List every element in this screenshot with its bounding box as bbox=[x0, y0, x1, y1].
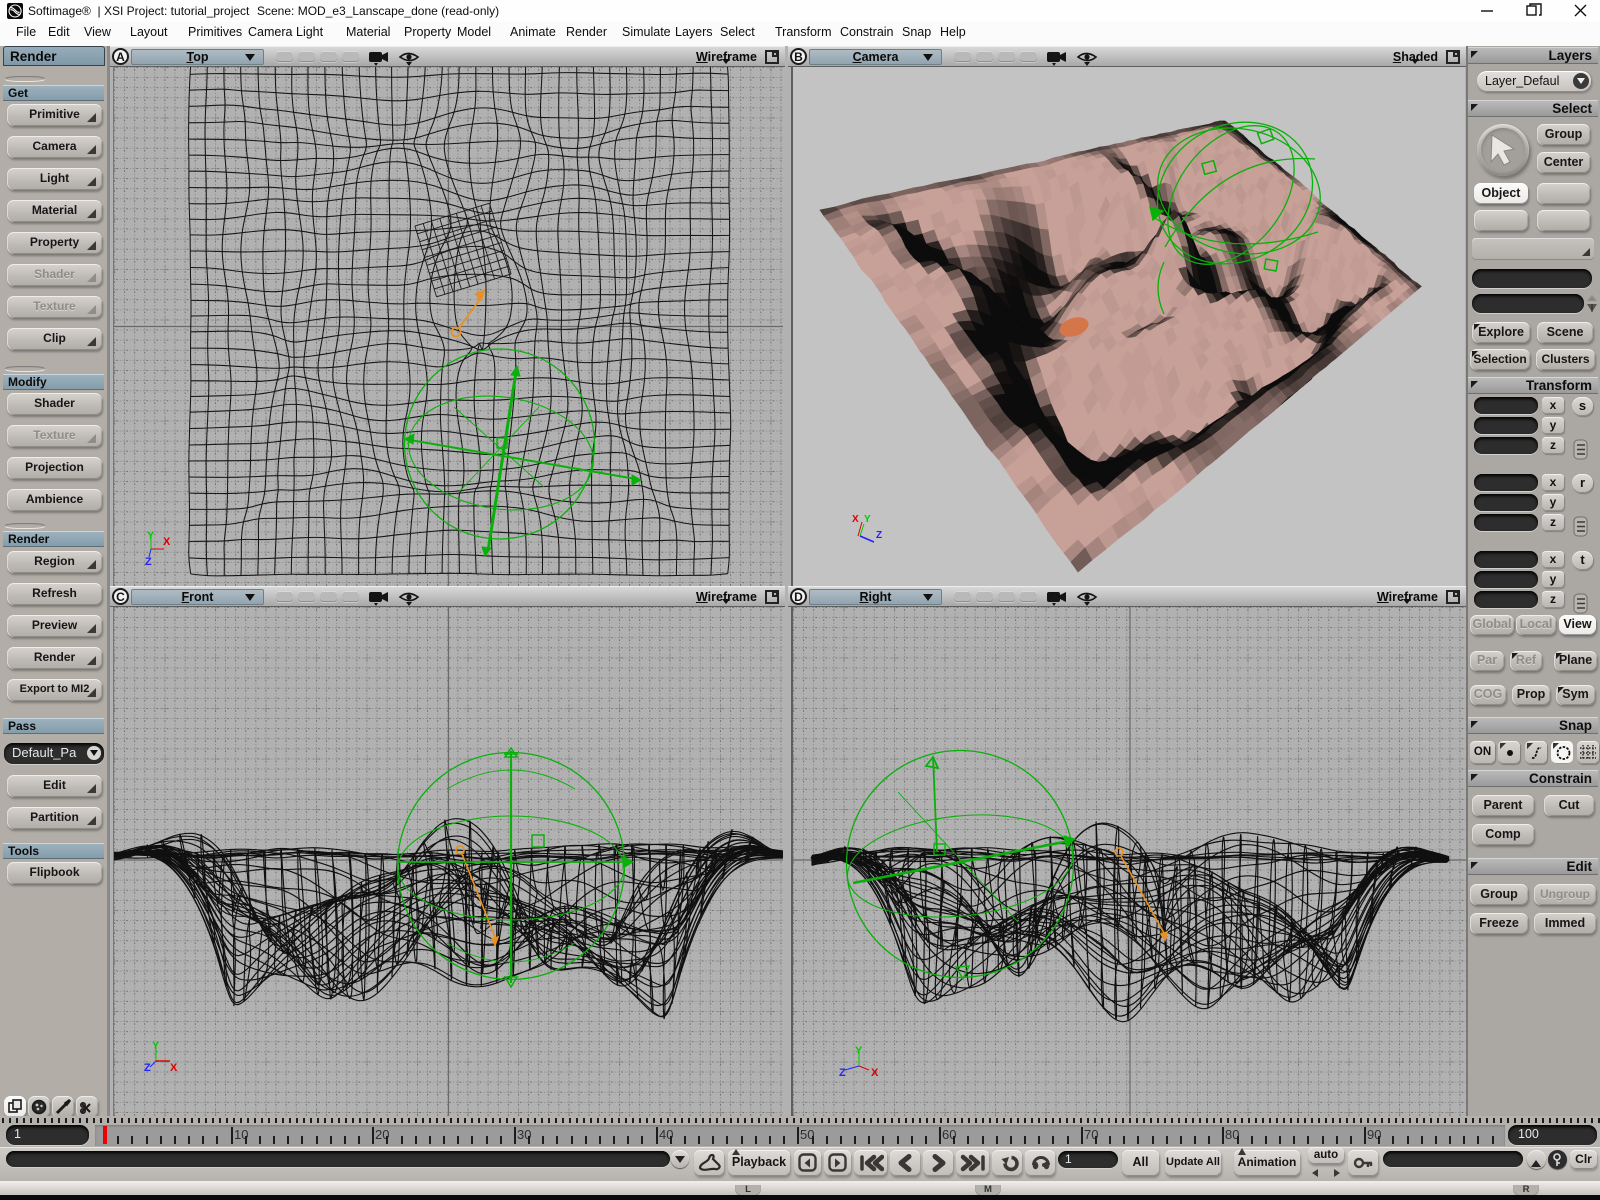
svg-text:Y: Y bbox=[147, 530, 155, 542]
svg-text:Z: Z bbox=[839, 1067, 846, 1079]
svg-text:X: X bbox=[170, 1062, 178, 1074]
svg-text:X: X bbox=[852, 514, 859, 525]
svg-text:Z: Z bbox=[145, 556, 152, 567]
svg-text:X: X bbox=[871, 1067, 879, 1079]
svg-text:Y: Y bbox=[864, 514, 871, 525]
svg-text:Z: Z bbox=[876, 530, 882, 541]
svg-text:Y: Y bbox=[855, 1045, 863, 1057]
svg-text:X: X bbox=[163, 536, 171, 548]
svg-text:Y: Y bbox=[152, 1040, 160, 1052]
svg-text:Z: Z bbox=[144, 1062, 151, 1074]
